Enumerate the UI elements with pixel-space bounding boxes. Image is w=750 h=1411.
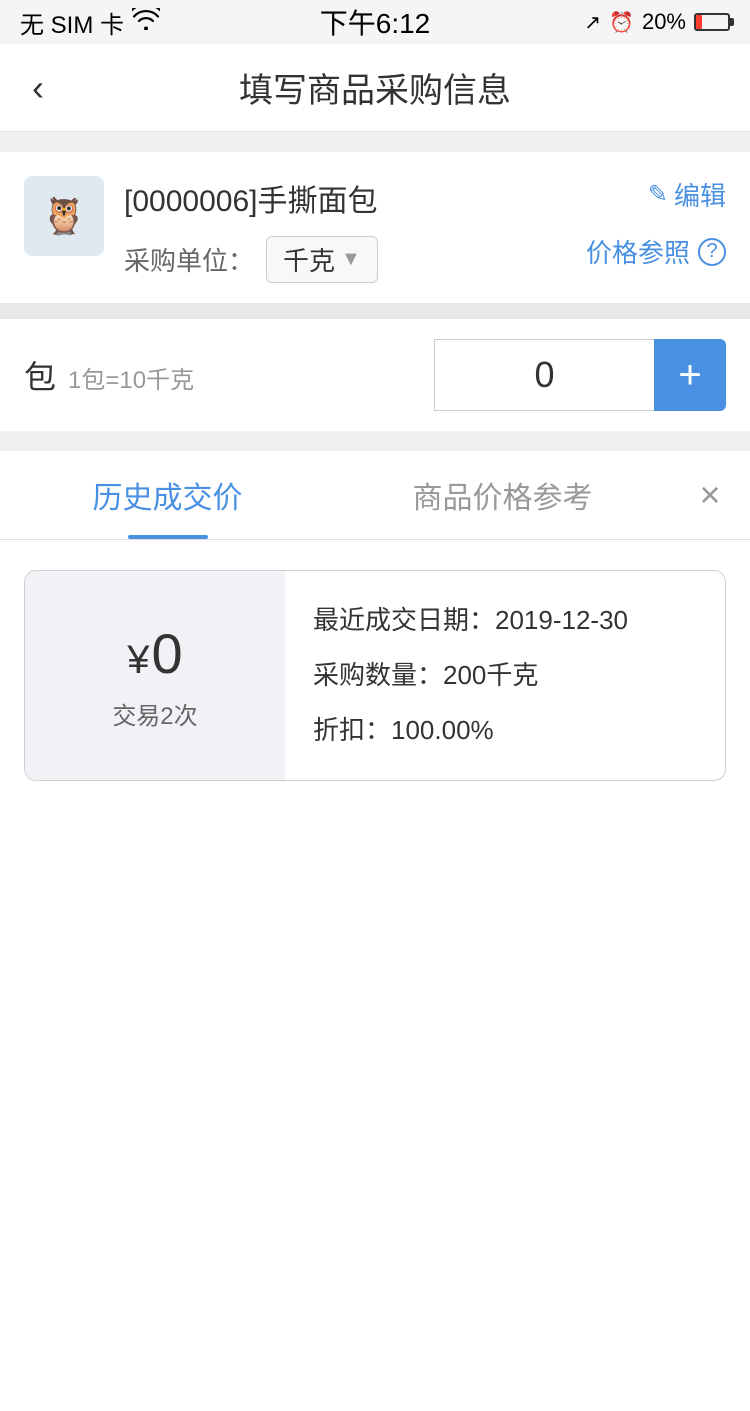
quantity-plus-button[interactable]: +: [654, 339, 726, 411]
back-button[interactable]: ‹: [24, 59, 52, 117]
recent-date-value: 2019-12-30: [495, 605, 628, 635]
empty-content-area: [0, 811, 750, 1411]
location-icon: ↗: [584, 10, 601, 35]
close-icon: ×: [699, 474, 720, 516]
history-content: ¥ 0 交易2次 最近成交日期：2019-12-30 采购数量：200千克 折扣…: [0, 540, 750, 811]
price-display: ¥ 0: [127, 621, 182, 686]
tab-history-price[interactable]: 历史成交价: [0, 451, 335, 539]
unit-select[interactable]: 千克 ▼: [266, 236, 378, 283]
quantity-unit-char: 包: [24, 352, 56, 398]
edit-label: 编辑: [674, 176, 726, 213]
discount-label: 折扣：: [313, 715, 391, 745]
quantity-unit-sub: 1包=10千克: [68, 360, 194, 395]
price-value: 0: [152, 621, 183, 686]
product-info: [0000006]手撕面包 采购单位： 千克 ▼: [124, 176, 378, 283]
help-icon: ?: [698, 238, 726, 266]
recent-date-row: 最近成交日期：2019-12-30: [313, 601, 697, 640]
purchase-quantity-value: 200千克: [443, 660, 538, 690]
status-bar: 无 SIM 卡 下午6:12 ↗ ⏰ 20%: [0, 0, 750, 44]
tab-price-ref-label: 商品价格参考: [413, 473, 593, 517]
quantity-label: 包 1包=10千克: [24, 352, 194, 398]
discount-row: 折扣：100.00%: [313, 711, 697, 750]
wifi-icon: [132, 8, 160, 37]
product-left: 🦉 [0000006]手撕面包 采购单位： 千克 ▼: [24, 176, 378, 283]
battery-icon: [694, 13, 730, 31]
section-divider: [0, 303, 750, 319]
card-details: 最近成交日期：2019-12-30 采购数量：200千克 折扣：100.00%: [285, 571, 725, 780]
edit-button[interactable]: ✎ 编辑: [648, 176, 726, 213]
battery-percent: 20%: [642, 9, 686, 35]
purchase-quantity-label: 采购数量：: [313, 660, 443, 690]
status-right: ↗ ⏰ 20%: [584, 9, 730, 35]
tabs-section: 历史成交价 商品价格参考 ×: [0, 451, 750, 540]
alarm-icon: ⏰: [609, 10, 634, 35]
unit-dropdown-arrow: ▼: [341, 248, 361, 271]
tab-active-indicator: [128, 535, 208, 539]
trade-count: 交易2次: [112, 696, 197, 731]
discount-value: 100.00%: [391, 715, 494, 745]
price-ref-label: 价格参照: [586, 233, 690, 270]
product-icon: 🦉: [42, 195, 87, 237]
product-unit-row: 采购单位： 千克 ▼: [124, 236, 378, 283]
recent-date-label: 最近成交日期：: [313, 605, 495, 635]
product-section: 🦉 [0000006]手撕面包 采购单位： 千克 ▼ ✎ 编辑 价格参照: [0, 152, 750, 303]
quantity-value: 0: [534, 354, 554, 396]
tab-history-label: 历史成交价: [93, 473, 243, 517]
unit-label: 采购单位：: [124, 241, 254, 278]
product-header: 🦉 [0000006]手撕面包 采购单位： 千克 ▼ ✎ 编辑 价格参照: [24, 176, 726, 283]
history-card: ¥ 0 交易2次 最近成交日期：2019-12-30 采购数量：200千克 折扣…: [24, 570, 726, 781]
product-thumbnail: 🦉: [24, 176, 104, 256]
tab-product-price-ref[interactable]: 商品价格参考: [335, 451, 670, 539]
quantity-controls: 0 +: [434, 339, 726, 411]
card-price-summary: ¥ 0 交易2次: [25, 571, 285, 780]
product-name: [0000006]手撕面包: [124, 176, 378, 220]
quantity-input[interactable]: 0: [434, 339, 654, 411]
purchase-quantity-row: 采购数量：200千克: [313, 656, 697, 695]
status-time: 下午6:12: [320, 2, 431, 42]
page-title: 填写商品采购信息: [239, 63, 511, 112]
unit-value: 千克: [283, 241, 335, 278]
quantity-section: 包 1包=10千克 0 +: [0, 319, 750, 431]
price-ref-button[interactable]: 价格参照 ?: [586, 233, 726, 270]
price-yen-symbol: ¥: [127, 638, 149, 683]
tabs-row: 历史成交价 商品价格参考 ×: [0, 451, 750, 539]
edit-icon: ✎: [648, 180, 668, 209]
product-actions: ✎ 编辑 价格参照 ?: [586, 176, 726, 270]
status-left: 无 SIM 卡: [20, 5, 160, 40]
nav-bar: ‹ 填写商品采购信息: [0, 44, 750, 132]
tab-close-button[interactable]: ×: [670, 451, 750, 539]
carrier-text: 无 SIM 卡: [20, 5, 124, 40]
